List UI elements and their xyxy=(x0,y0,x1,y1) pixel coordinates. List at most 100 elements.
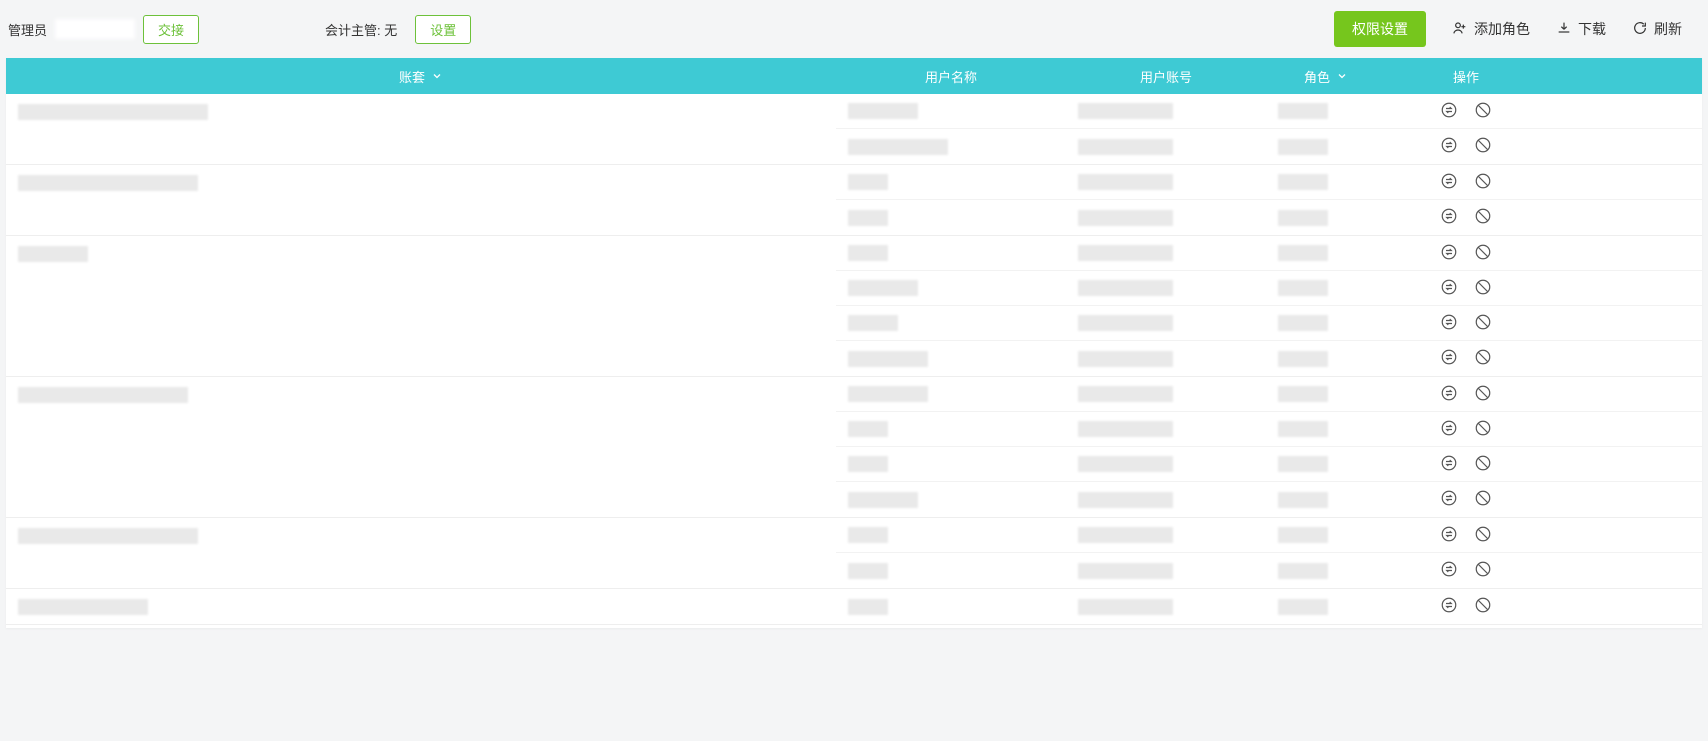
disable-icon[interactable] xyxy=(1474,313,1492,334)
redacted-role xyxy=(1278,351,1328,367)
disable-icon[interactable] xyxy=(1474,419,1492,440)
swap-icon[interactable] xyxy=(1440,207,1458,228)
disable-icon[interactable] xyxy=(1474,243,1492,264)
redacted-book-name xyxy=(18,528,198,544)
download-button[interactable]: 下载 xyxy=(1556,19,1606,39)
cell-operation xyxy=(1386,128,1546,165)
redacted-role xyxy=(1278,103,1328,119)
redacted-username xyxy=(848,421,888,437)
sub-row xyxy=(836,447,1702,482)
refresh-button[interactable]: 刷新 xyxy=(1632,19,1682,39)
sub-row xyxy=(836,271,1702,306)
th-role-label: 角色 xyxy=(1304,67,1330,86)
admin-label: 管理员 xyxy=(8,20,47,39)
table-body-scroll[interactable] xyxy=(6,94,1702,628)
cell-role xyxy=(1266,555,1386,587)
cell-role xyxy=(1266,484,1386,516)
redacted-username xyxy=(848,456,888,472)
redacted-account xyxy=(1078,210,1173,226)
cell-username xyxy=(836,519,1066,551)
redacted-account xyxy=(1078,139,1173,155)
download-icon xyxy=(1556,20,1572,39)
cell-operation xyxy=(1386,164,1546,201)
th-operation: 操作 xyxy=(1386,67,1546,86)
cell-role xyxy=(1266,166,1386,198)
sub-row xyxy=(836,165,1702,200)
cell-username xyxy=(836,378,1066,410)
cell-book xyxy=(6,589,836,624)
cell-username xyxy=(836,166,1066,198)
redacted-account xyxy=(1078,563,1173,579)
cell-username xyxy=(836,484,1066,516)
cell-role xyxy=(1266,378,1386,410)
add-role-label: 添加角色 xyxy=(1474,19,1530,39)
acct-manager-setup-button[interactable]: 设置 xyxy=(415,15,471,44)
swap-icon[interactable] xyxy=(1440,101,1458,122)
disable-icon[interactable] xyxy=(1474,384,1492,405)
cell-account xyxy=(1066,484,1266,516)
swap-icon[interactable] xyxy=(1440,278,1458,299)
sub-row xyxy=(836,341,1702,376)
swap-icon[interactable] xyxy=(1440,136,1458,157)
cell-role xyxy=(1266,413,1386,445)
swap-icon[interactable] xyxy=(1440,313,1458,334)
disable-icon[interactable] xyxy=(1474,101,1492,122)
cell-username xyxy=(836,272,1066,304)
add-role-button[interactable]: 添加角色 xyxy=(1452,19,1530,39)
disable-icon[interactable] xyxy=(1474,596,1492,617)
cell-operation xyxy=(1386,552,1546,589)
redacted-book-name xyxy=(18,104,208,120)
sub-row xyxy=(836,553,1702,588)
disable-icon[interactable] xyxy=(1474,525,1492,546)
swap-icon[interactable] xyxy=(1440,419,1458,440)
disable-icon[interactable] xyxy=(1474,560,1492,581)
disable-icon[interactable] xyxy=(1474,207,1492,228)
cell-role xyxy=(1266,95,1386,127)
handover-button[interactable]: 交接 xyxy=(143,15,199,44)
sub-row xyxy=(836,306,1702,341)
swap-icon[interactable] xyxy=(1440,454,1458,475)
redacted-role xyxy=(1278,315,1328,331)
redacted-account xyxy=(1078,315,1173,331)
user-plus-icon xyxy=(1452,20,1468,39)
disable-icon[interactable] xyxy=(1474,489,1492,510)
redacted-username xyxy=(848,174,888,190)
cell-account xyxy=(1066,166,1266,198)
cell-username xyxy=(836,343,1066,375)
cell-username xyxy=(836,413,1066,445)
th-role[interactable]: 角色 xyxy=(1266,67,1386,86)
sub-row xyxy=(836,129,1702,164)
swap-icon[interactable] xyxy=(1440,172,1458,193)
redacted-username xyxy=(848,386,928,402)
cell-book xyxy=(6,94,836,164)
disable-icon[interactable] xyxy=(1474,136,1492,157)
cell-username xyxy=(836,555,1066,587)
swap-icon[interactable] xyxy=(1440,525,1458,546)
swap-icon[interactable] xyxy=(1440,243,1458,264)
disable-icon[interactable] xyxy=(1474,348,1492,369)
permission-settings-button[interactable]: 权限设置 xyxy=(1334,11,1426,47)
redacted-account xyxy=(1078,245,1173,261)
chevron-down-icon xyxy=(431,70,443,82)
chevron-down-icon xyxy=(1336,70,1348,82)
disable-icon[interactable] xyxy=(1474,454,1492,475)
cell-operation xyxy=(1386,481,1546,518)
cell-account xyxy=(1066,272,1266,304)
swap-icon[interactable] xyxy=(1440,348,1458,369)
cell-username xyxy=(836,131,1066,163)
cell-operation xyxy=(1386,588,1546,625)
cell-operation xyxy=(1386,235,1546,272)
swap-icon[interactable] xyxy=(1440,489,1458,510)
cell-role xyxy=(1266,272,1386,304)
redacted-username xyxy=(848,351,928,367)
disable-icon[interactable] xyxy=(1474,278,1492,299)
swap-icon[interactable] xyxy=(1440,384,1458,405)
disable-icon[interactable] xyxy=(1474,172,1492,193)
cell-account xyxy=(1066,378,1266,410)
swap-icon[interactable] xyxy=(1440,596,1458,617)
table-row xyxy=(6,165,1702,236)
cell-role xyxy=(1266,519,1386,551)
swap-icon[interactable] xyxy=(1440,560,1458,581)
th-book[interactable]: 账套 xyxy=(6,67,836,86)
acct-manager-label: 会计主管: 无 xyxy=(325,20,397,39)
